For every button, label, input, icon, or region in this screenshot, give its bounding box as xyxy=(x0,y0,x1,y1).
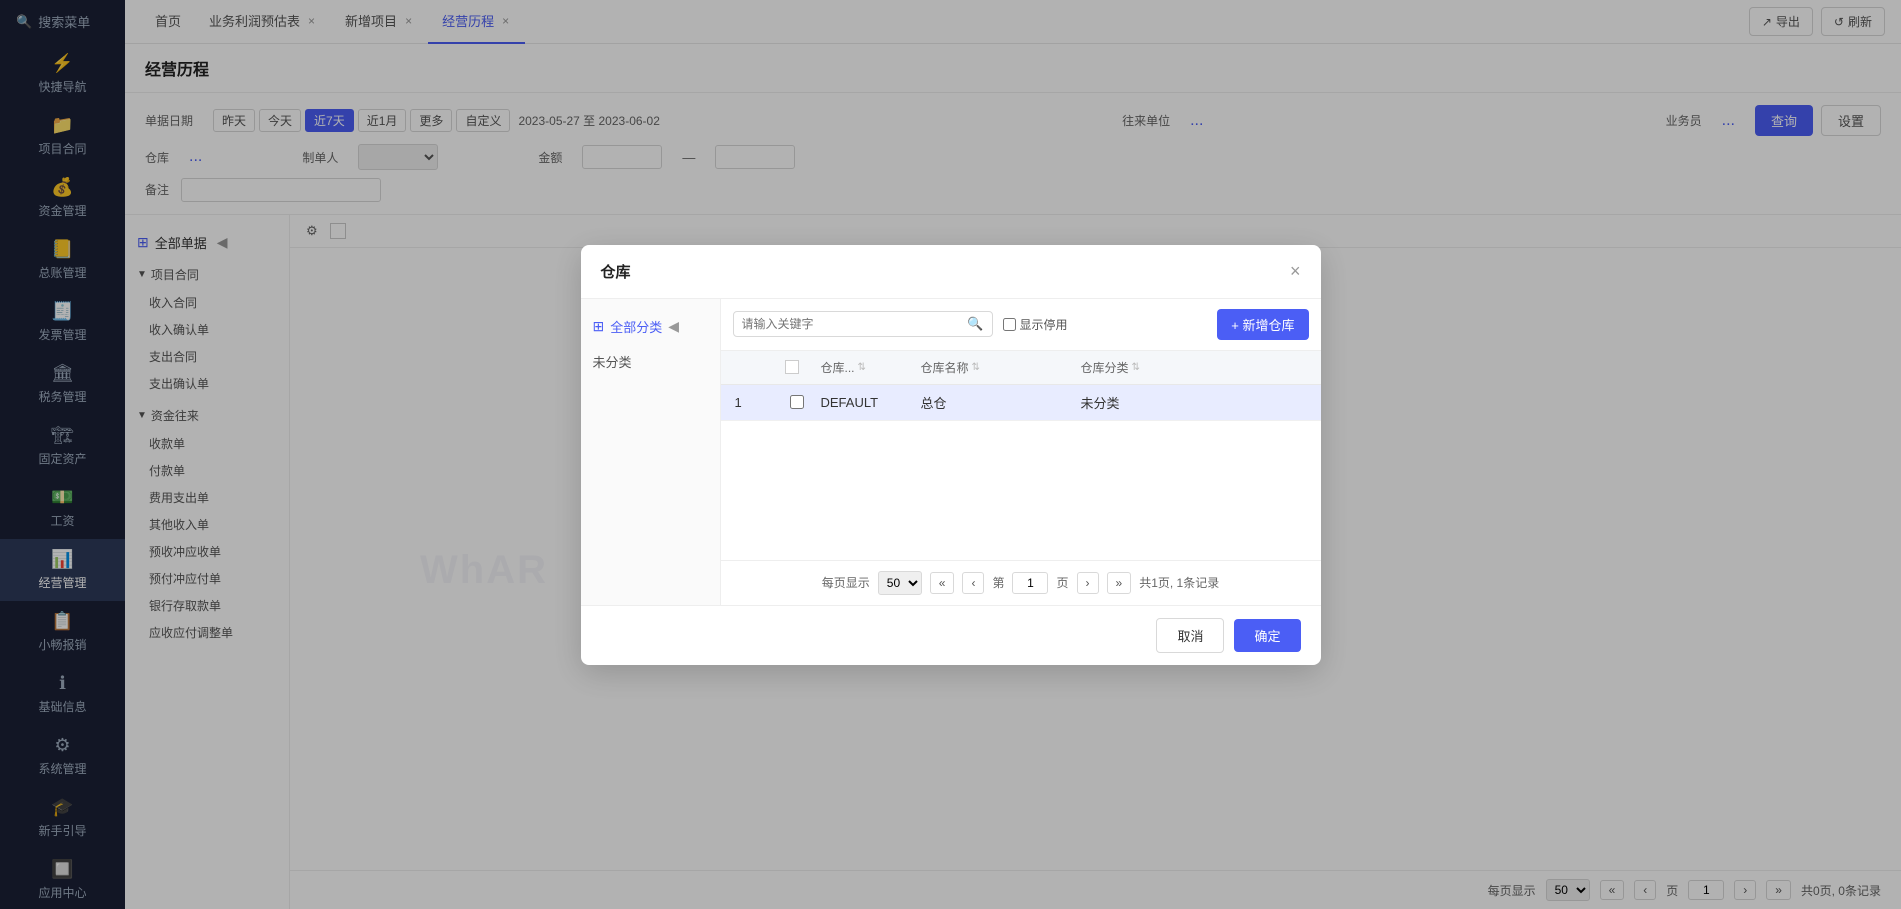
show-disabled-label[interactable]: 显示停用 xyxy=(1003,316,1068,333)
modal-confirm-button[interactable]: 确定 xyxy=(1234,619,1300,652)
modal-left-item-未分类[interactable]: 未分类 xyxy=(581,344,720,379)
modal-page-suffix: 页 xyxy=(1056,574,1068,591)
modal-footer: 取消 确定 xyxy=(581,605,1321,665)
modal-next-btn[interactable]: › xyxy=(1077,572,1099,594)
th-select-all-checkbox[interactable] xyxy=(785,360,799,374)
th-code-label: 仓库... xyxy=(821,359,855,376)
modal-toolbar: 🔍 显示停用 + 新增仓库 xyxy=(721,299,1321,351)
td-checkbox[interactable] xyxy=(779,387,815,417)
th-category: 仓库分类 ⇅ xyxy=(1075,351,1235,384)
modal-per-page-label: 每页显示 xyxy=(822,574,870,591)
modal-search-box[interactable]: 🔍 xyxy=(733,311,993,337)
add-warehouse-button[interactable]: + 新增仓库 xyxy=(1217,309,1308,340)
modal-right-panel: 🔍 显示停用 + 新增仓库 仓库... ⇅ xyxy=(721,299,1321,605)
th-checkbox xyxy=(779,351,815,384)
modal-pagination: 每页显示 50 « ‹ 第 页 › » 共1页, 1条记录 xyxy=(721,560,1321,605)
modal-table: 仓库... ⇅ 仓库名称 ⇅ 仓库分类 ⇅ 1 xyxy=(721,351,1321,560)
modal-header: 仓库 × xyxy=(581,245,1321,299)
modal-left-panel: ⊞ 全部分类 ◀ 未分类 xyxy=(581,299,721,605)
td-seq: 1 xyxy=(729,387,779,418)
modal-search-icon: 🔍 xyxy=(967,316,983,332)
th-name-sort-icon[interactable]: ⇅ xyxy=(972,362,980,373)
modal-last-btn[interactable]: » xyxy=(1107,572,1132,594)
modal-first-btn[interactable]: « xyxy=(930,572,955,594)
td-code: DEFAULT xyxy=(815,387,915,418)
modal-search-input[interactable] xyxy=(742,317,962,331)
td-name: 总仓 xyxy=(915,385,1075,420)
modal-title: 仓库 xyxy=(601,261,631,282)
modal-page-label: 第 xyxy=(992,574,1004,591)
td-category: 未分类 xyxy=(1075,385,1235,420)
th-code: 仓库... ⇅ xyxy=(815,351,915,384)
modal-left-header[interactable]: ⊞ 全部分类 ◀ xyxy=(581,309,720,344)
modal-page-input[interactable] xyxy=(1012,572,1048,594)
modal-total: 共1页, 1条记录 xyxy=(1139,574,1219,591)
modal-close-button[interactable]: × xyxy=(1290,261,1301,282)
th-category-sort-icon[interactable]: ⇅ xyxy=(1132,362,1140,373)
modal-all-label: 全部分类 xyxy=(610,317,662,336)
warehouse-modal: 仓库 × ⊞ 全部分类 ◀ 未分类 🔍 显示停用 + xyxy=(581,245,1321,665)
th-code-sort-icon[interactable]: ⇅ xyxy=(858,362,866,373)
modal-collapse-button[interactable]: ◀ xyxy=(668,318,679,335)
show-disabled-checkbox[interactable] xyxy=(1003,318,1016,331)
modal-table-header: 仓库... ⇅ 仓库名称 ⇅ 仓库分类 ⇅ xyxy=(721,351,1321,385)
row-checkbox[interactable] xyxy=(790,395,804,409)
th-name: 仓库名称 ⇅ xyxy=(915,351,1075,384)
table-row[interactable]: 1 DEFAULT 总仓 未分类 xyxy=(721,385,1321,421)
modal-cancel-button[interactable]: 取消 xyxy=(1156,618,1224,653)
th-name-label: 仓库名称 xyxy=(921,359,969,376)
modal-body: ⊞ 全部分类 ◀ 未分类 🔍 显示停用 + 新增仓库 xyxy=(581,299,1321,605)
show-disabled-text: 显示停用 xyxy=(1020,316,1068,333)
th-seq xyxy=(729,351,779,384)
modal-prev-btn[interactable]: ‹ xyxy=(962,572,984,594)
grid-icon-modal: ⊞ xyxy=(593,318,605,335)
th-category-label: 仓库分类 xyxy=(1081,359,1129,376)
modal-per-page-select[interactable]: 50 xyxy=(878,571,922,595)
